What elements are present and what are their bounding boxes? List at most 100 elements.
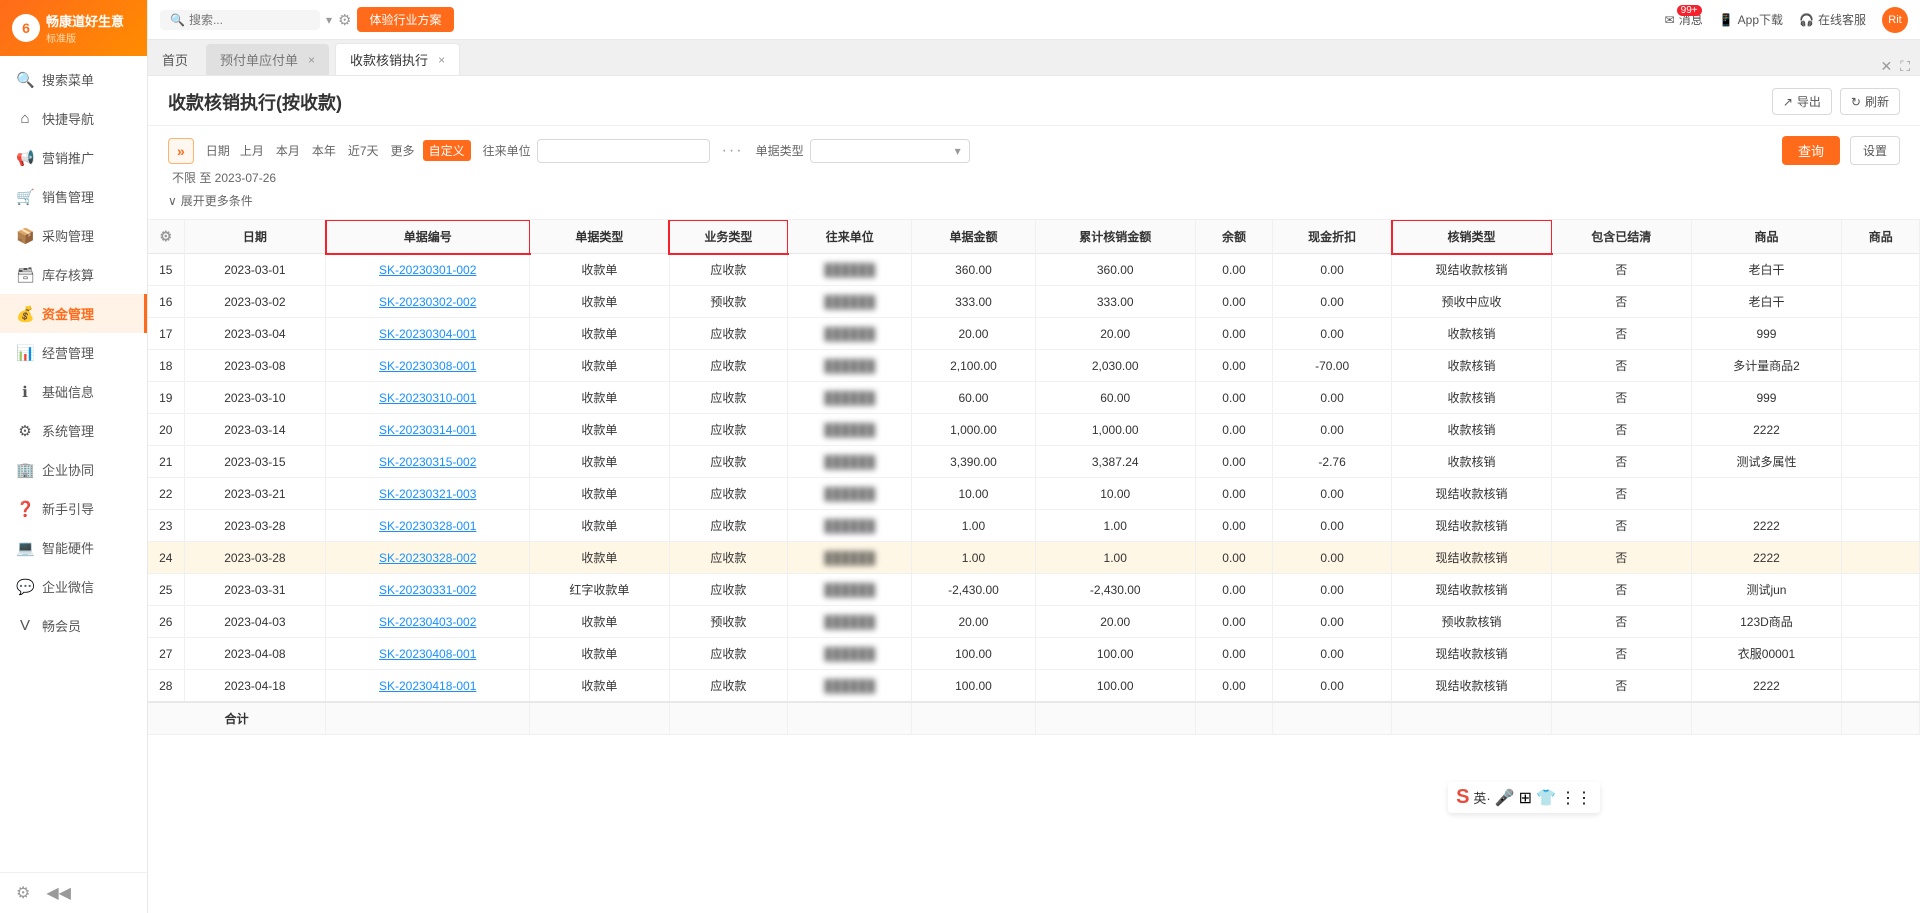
- collapse-icon[interactable]: ◀◀: [46, 883, 71, 903]
- tab-writeoff-close[interactable]: ×: [438, 53, 445, 67]
- cell-biz-type: 应收款: [669, 542, 788, 574]
- cell-doc-no: SK-20230308-001: [326, 350, 530, 382]
- cell-balance: 0.00: [1195, 542, 1272, 574]
- search-icon: 🔍: [16, 71, 34, 89]
- last-month-btn[interactable]: 上月: [236, 140, 268, 161]
- cell-doc-no: SK-20230328-001: [326, 510, 530, 542]
- doc-no-link[interactable]: SK-20230331-002: [379, 583, 476, 597]
- filter-collapse-btn[interactable]: »: [168, 138, 194, 164]
- more-date-btn[interactable]: 更多: [387, 140, 419, 161]
- doc-no-link[interactable]: SK-20230314-001: [379, 423, 476, 437]
- table-row: 20 2023-03-14 SK-20230314-001 收款单 应收款 ██…: [148, 414, 1920, 446]
- doc-type-select[interactable]: ▾: [810, 139, 970, 163]
- sidebar-item-member[interactable]: V 畅会员: [0, 606, 147, 645]
- partner-blurred: ██████: [824, 487, 875, 501]
- table-row: 24 2023-03-28 SK-20230328-002 收款单 应收款 ██…: [148, 542, 1920, 574]
- sidebar-item-hardware[interactable]: 💻 智能硬件: [0, 528, 147, 567]
- footer-doc-type: [530, 702, 669, 735]
- cell-doc-type: 收款单: [530, 478, 669, 510]
- this-year-btn[interactable]: 本年: [308, 140, 340, 161]
- cell-biz-type: 预收款: [669, 606, 788, 638]
- hardware-icon: 💻: [16, 539, 34, 557]
- expand-conditions-btn[interactable]: ∨ 展开更多条件: [168, 192, 1900, 209]
- sidebar-label-operations: 经营管理: [42, 343, 94, 362]
- doc-no-link[interactable]: SK-20230328-002: [379, 551, 476, 565]
- tab-home[interactable]: 首页: [148, 44, 202, 75]
- cell-no: 15: [148, 254, 184, 286]
- doc-no-link[interactable]: SK-20230408-001: [379, 647, 476, 661]
- sidebar-item-system[interactable]: ⚙ 系统管理: [0, 411, 147, 450]
- doc-no-link[interactable]: SK-20230302-002: [379, 295, 476, 309]
- doc-no-link[interactable]: SK-20230315-002: [379, 455, 476, 469]
- sidebar-item-search[interactable]: 🔍 搜索菜单: [0, 60, 147, 99]
- sidebar-nav: 🔍 搜索菜单 ⌂ 快捷导航 📢 营销推广 🛒 销售管理 📦 采购管理 🗃 库存核…: [0, 56, 147, 872]
- message-button[interactable]: ✉ 消息 99+: [1665, 11, 1703, 28]
- 7days-btn[interactable]: 近7天: [344, 140, 383, 161]
- cell-biz-type: 应收款: [669, 638, 788, 670]
- cell-balance: 0.00: [1195, 318, 1272, 350]
- doc-no-link[interactable]: SK-20230310-001: [379, 391, 476, 405]
- sidebar-item-wechat[interactable]: 💬 企业微信: [0, 567, 147, 606]
- close-all-icon[interactable]: ✕: [1880, 58, 1892, 75]
- online-service-button[interactable]: 🎧 在线客服: [1799, 11, 1866, 28]
- refresh-button[interactable]: ↻ 刷新: [1840, 88, 1900, 115]
- sidebar-item-finance[interactable]: 💰 资金管理: [0, 294, 147, 333]
- doc-no-link[interactable]: SK-20230321-003: [379, 487, 476, 501]
- filter-setting-button[interactable]: 设置: [1850, 136, 1900, 165]
- gear-icon[interactable]: ⚙: [338, 11, 351, 29]
- filter-date-buttons: 上月 本月 本年 近7天 更多 自定义: [236, 140, 471, 161]
- partner-input[interactable]: [537, 139, 710, 163]
- sidebar-item-purchase[interactable]: 📦 采购管理: [0, 216, 147, 255]
- cell-included: 否: [1552, 670, 1691, 703]
- doc-no-link[interactable]: SK-20230304-001: [379, 327, 476, 341]
- partner-blurred: ██████: [824, 263, 875, 277]
- table-settings-icon[interactable]: ⚙: [159, 228, 172, 244]
- doc-no-link[interactable]: SK-20230308-001: [379, 359, 476, 373]
- export-button[interactable]: ↗ 导出: [1772, 88, 1832, 115]
- cell-product1: 2222: [1691, 510, 1842, 542]
- cell-included: 否: [1552, 382, 1691, 414]
- basic-icon: ℹ: [16, 383, 34, 401]
- search-box[interactable]: 🔍: [160, 10, 320, 30]
- doc-no-link[interactable]: SK-20230301-002: [379, 263, 476, 277]
- this-month-btn[interactable]: 本月: [272, 140, 304, 161]
- doc-no-link[interactable]: SK-20230328-001: [379, 519, 476, 533]
- table-row: 28 2023-04-18 SK-20230418-001 收款单 应收款 ██…: [148, 670, 1920, 703]
- tabs-controls: ✕ ⛶: [1880, 58, 1920, 75]
- sidebar-item-corp[interactable]: 🏢 企业协同: [0, 450, 147, 489]
- sidebar-item-guide[interactable]: ❓ 新手引导: [0, 489, 147, 528]
- query-button[interactable]: 查询: [1782, 136, 1840, 165]
- doc-no-link[interactable]: SK-20230418-001: [379, 679, 476, 693]
- doc-no-link[interactable]: SK-20230403-002: [379, 615, 476, 629]
- cell-date: 2023-04-08: [184, 638, 326, 670]
- search-input[interactable]: [189, 13, 309, 27]
- expand-tabs-icon[interactable]: ⛶: [1900, 58, 1910, 75]
- more-filters-dots[interactable]: ···: [722, 142, 744, 160]
- sidebar-item-sales[interactable]: 🛒 销售管理: [0, 177, 147, 216]
- partner-blurred: ██████: [824, 391, 875, 405]
- custom-date-btn[interactable]: 自定义: [423, 140, 471, 161]
- watermark-grid-icon: ⊞: [1519, 788, 1532, 808]
- sidebar-item-inventory[interactable]: 🗃 库存核算: [0, 255, 147, 294]
- partner-blurred: ██████: [824, 455, 875, 469]
- solution-button[interactable]: 体验行业方案: [357, 7, 453, 32]
- sidebar-item-shortcut[interactable]: ⌂ 快捷导航: [0, 99, 147, 138]
- cell-discount: 0.00: [1273, 286, 1392, 318]
- user-avatar[interactable]: Rit: [1882, 7, 1908, 33]
- cell-amount: 60.00: [912, 382, 1035, 414]
- sidebar-item-operations[interactable]: 📊 经营管理: [0, 333, 147, 372]
- cell-product1: 2222: [1691, 670, 1842, 703]
- cell-writeoff-type: 现结收款核销: [1392, 574, 1552, 606]
- app-download-button[interactable]: 📱 App下载: [1719, 11, 1783, 28]
- dropdown-icon[interactable]: ▾: [326, 13, 332, 27]
- cell-product2: [1842, 670, 1920, 703]
- sidebar-item-marketing[interactable]: 📢 营销推广: [0, 138, 147, 177]
- tab-writeoff[interactable]: 收款核销执行 ×: [335, 43, 460, 75]
- settings-icon[interactable]: ⚙: [16, 883, 30, 903]
- tab-prepay-close[interactable]: ×: [308, 53, 315, 67]
- tab-prepay[interactable]: 预付单应付单 ×: [206, 44, 329, 75]
- cell-doc-no: SK-20230304-001: [326, 318, 530, 350]
- sidebar-item-basic[interactable]: ℹ 基础信息: [0, 372, 147, 411]
- table-body: 15 2023-03-01 SK-20230301-002 收款单 应收款 ██…: [148, 254, 1920, 703]
- partner-blurred: ██████: [824, 679, 875, 693]
